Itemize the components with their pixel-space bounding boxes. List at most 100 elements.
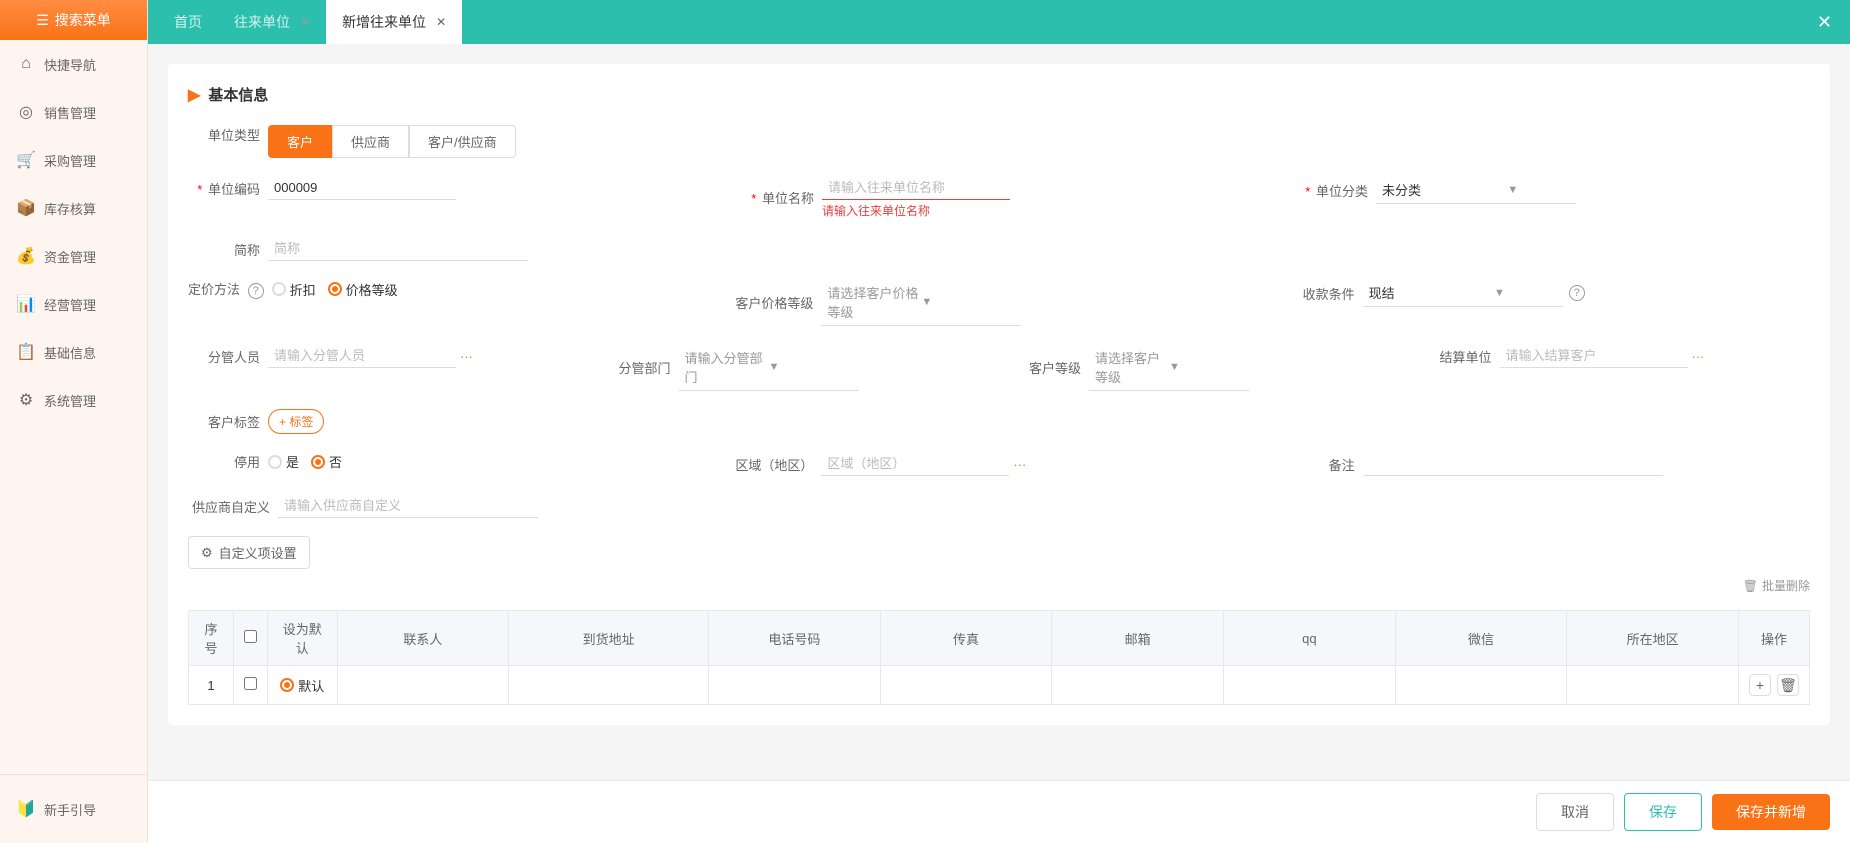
add-row-btn[interactable]: + [1749, 674, 1771, 696]
sidebar-label: 库存核算 [44, 199, 96, 218]
col-checkbox[interactable] [233, 611, 267, 666]
sidebar-item-sales[interactable]: ◎ 销售管理 [0, 88, 147, 136]
section-title: ▶ 基本信息 [188, 84, 1810, 105]
settlement-unit-label: 结算单位 [1420, 347, 1500, 366]
cell-qq[interactable] [1223, 666, 1395, 705]
tab-new-partner[interactable]: 新增往来单位 ✕ [326, 0, 462, 44]
unit-category-select[interactable]: 未分类 ▼ [1376, 176, 1576, 204]
payment-terms-help-icon[interactable]: ? [1569, 285, 1585, 301]
field-unit-category: * 单位分类 未分类 ▼ [1296, 176, 1810, 204]
default-radio[interactable]: 默认 [278, 676, 327, 695]
row-unit-code-name-category: * 单位编码 * 单位名称 请输入往来单位名称 [188, 176, 1810, 219]
region-input[interactable] [821, 452, 1009, 476]
tab-partners-label: 往来单位 [234, 12, 290, 32]
tab-partners-close[interactable]: ✕ [300, 15, 310, 29]
custom-settings-button[interactable]: ⚙ 自定义项设置 [188, 536, 310, 569]
settlement-dots[interactable]: ··· [1692, 349, 1705, 364]
unit-name-input[interactable] [822, 176, 1010, 200]
unit-category-label: * 单位分类 [1296, 181, 1376, 200]
sidebar-item-purchase[interactable]: 🛒 采购管理 [0, 136, 147, 184]
sidebar-item-guide[interactable]: 🔰 新手引导 [0, 785, 147, 833]
manager-dots[interactable]: ··· [460, 349, 473, 364]
search-menu-btn[interactable]: ☰ 搜索菜单 [0, 0, 147, 40]
radio-price-level-circle [328, 282, 342, 296]
radio-yes[interactable]: 是 [268, 452, 299, 471]
row-region-input[interactable] [1577, 678, 1728, 693]
remark-label: 备注 [1283, 455, 1363, 474]
col-wechat: 微信 [1395, 611, 1567, 666]
payment-terms-select[interactable]: 现结 ▼ [1363, 279, 1563, 307]
customer-price-level-arrow: ▼ [921, 296, 1015, 308]
department-select[interactable]: 请输入分管部门 ▼ [679, 344, 859, 391]
unit-code-label: * 单位编码 [188, 179, 268, 198]
unit-type-label: 单位类型 [188, 125, 268, 144]
cell-fax[interactable] [880, 666, 1052, 705]
delete-row-btn[interactable]: 🗑 [1777, 674, 1799, 696]
short-name-input[interactable] [268, 237, 528, 261]
select-all-checkbox[interactable] [244, 630, 257, 643]
sidebar-item-quick-nav[interactable]: ⌂ 快捷导航 [0, 40, 147, 88]
unit-name-wrapper: 请输入往来单位名称 [822, 176, 1010, 219]
cell-address[interactable] [509, 666, 709, 705]
batch-delete-btn[interactable]: 🗑 批量删除 [188, 577, 1810, 594]
cell-checkbox[interactable] [233, 666, 267, 705]
col-action: 操作 [1738, 611, 1809, 666]
customer-price-level-select[interactable]: 请选择客户价格等级 ▼ [821, 279, 1021, 326]
tab-new-partner-close[interactable]: ✕ [436, 15, 446, 29]
cell-phone[interactable] [709, 666, 881, 705]
pricing-help-icon[interactable]: ? [248, 283, 264, 299]
settlement-unit-input[interactable] [1500, 344, 1688, 368]
gear-icon: ⚙ [201, 545, 213, 561]
email-input[interactable] [1062, 678, 1213, 693]
save-new-button[interactable]: 保存并新增 [1712, 794, 1830, 830]
sidebar-item-system[interactable]: ⚙ 系统管理 [0, 376, 147, 424]
unit-type-supplier[interactable]: 供应商 [332, 125, 409, 158]
sidebar-item-finance[interactable]: 💰 资金管理 [0, 232, 147, 280]
cell-region[interactable] [1567, 666, 1739, 705]
customer-level-select[interactable]: 请选择客户等级 ▼ [1089, 344, 1249, 391]
sidebar-item-operations[interactable]: 📊 经营管理 [0, 280, 147, 328]
table-row: 1 默认 [189, 666, 1810, 705]
radio-price-level[interactable]: 价格等级 [328, 280, 398, 299]
field-customer-level: 客户等级 请选择客户等级 ▼ [1009, 344, 1400, 391]
field-remark: 备注 [1283, 452, 1810, 476]
radio-no[interactable]: 否 [311, 452, 342, 471]
cancel-button[interactable]: 取消 [1536, 793, 1614, 831]
unit-code-input[interactable] [268, 176, 456, 200]
sidebar-label: 系统管理 [44, 391, 96, 410]
sidebar-item-inventory[interactable]: 📦 库存核算 [0, 184, 147, 232]
row-customer-tag: 客户标签 + 标签 [188, 409, 1810, 434]
add-tag-button[interactable]: + 标签 [268, 409, 324, 434]
cell-contact[interactable] [337, 666, 509, 705]
basic-info-card: ▶ 基本信息 单位类型 客户 供应商 客户/供应商 * [168, 64, 1830, 725]
region-dots[interactable]: ··· [1013, 457, 1026, 472]
qq-input[interactable] [1234, 678, 1385, 693]
address-input[interactable] [519, 678, 698, 693]
save-button[interactable]: 保存 [1624, 793, 1702, 831]
phone-input[interactable] [719, 678, 870, 693]
fax-input[interactable] [891, 678, 1042, 693]
inventory-icon: 📦 [16, 198, 36, 218]
supplier-custom-input[interactable] [278, 494, 538, 518]
bottom-bar: 取消 保存 保存并新增 [148, 780, 1850, 843]
unit-type-customer[interactable]: 客户 [268, 125, 332, 158]
cell-email[interactable] [1052, 666, 1224, 705]
close-all-tabs[interactable]: ✕ [1809, 12, 1840, 33]
contact-input[interactable] [348, 678, 499, 693]
col-qq: qq [1223, 611, 1395, 666]
cell-wechat[interactable] [1395, 666, 1567, 705]
manager-input[interactable] [268, 344, 456, 368]
table-header: 序号 设为默认 联系人 到货地址 电话号码 传真 邮箱 qq 微信 所在地区 操… [189, 611, 1810, 666]
content-area: ▶ 基本信息 单位类型 客户 供应商 客户/供应商 * [148, 44, 1850, 780]
tab-partners[interactable]: 往来单位 ✕ [218, 0, 326, 44]
remark-input[interactable] [1363, 452, 1663, 476]
row-checkbox[interactable] [244, 677, 257, 690]
disabled-label: 停用 [188, 452, 268, 471]
sidebar-item-basic-info[interactable]: 📋 基础信息 [0, 328, 147, 376]
tab-home[interactable]: 首页 [158, 0, 218, 44]
department-placeholder: 请输入分管部门 [685, 348, 769, 386]
unit-type-both[interactable]: 客户/供应商 [409, 125, 516, 158]
wechat-input[interactable] [1406, 678, 1557, 693]
sidebar-label: 经营管理 [44, 295, 96, 314]
radio-discount[interactable]: 折扣 [272, 280, 316, 299]
